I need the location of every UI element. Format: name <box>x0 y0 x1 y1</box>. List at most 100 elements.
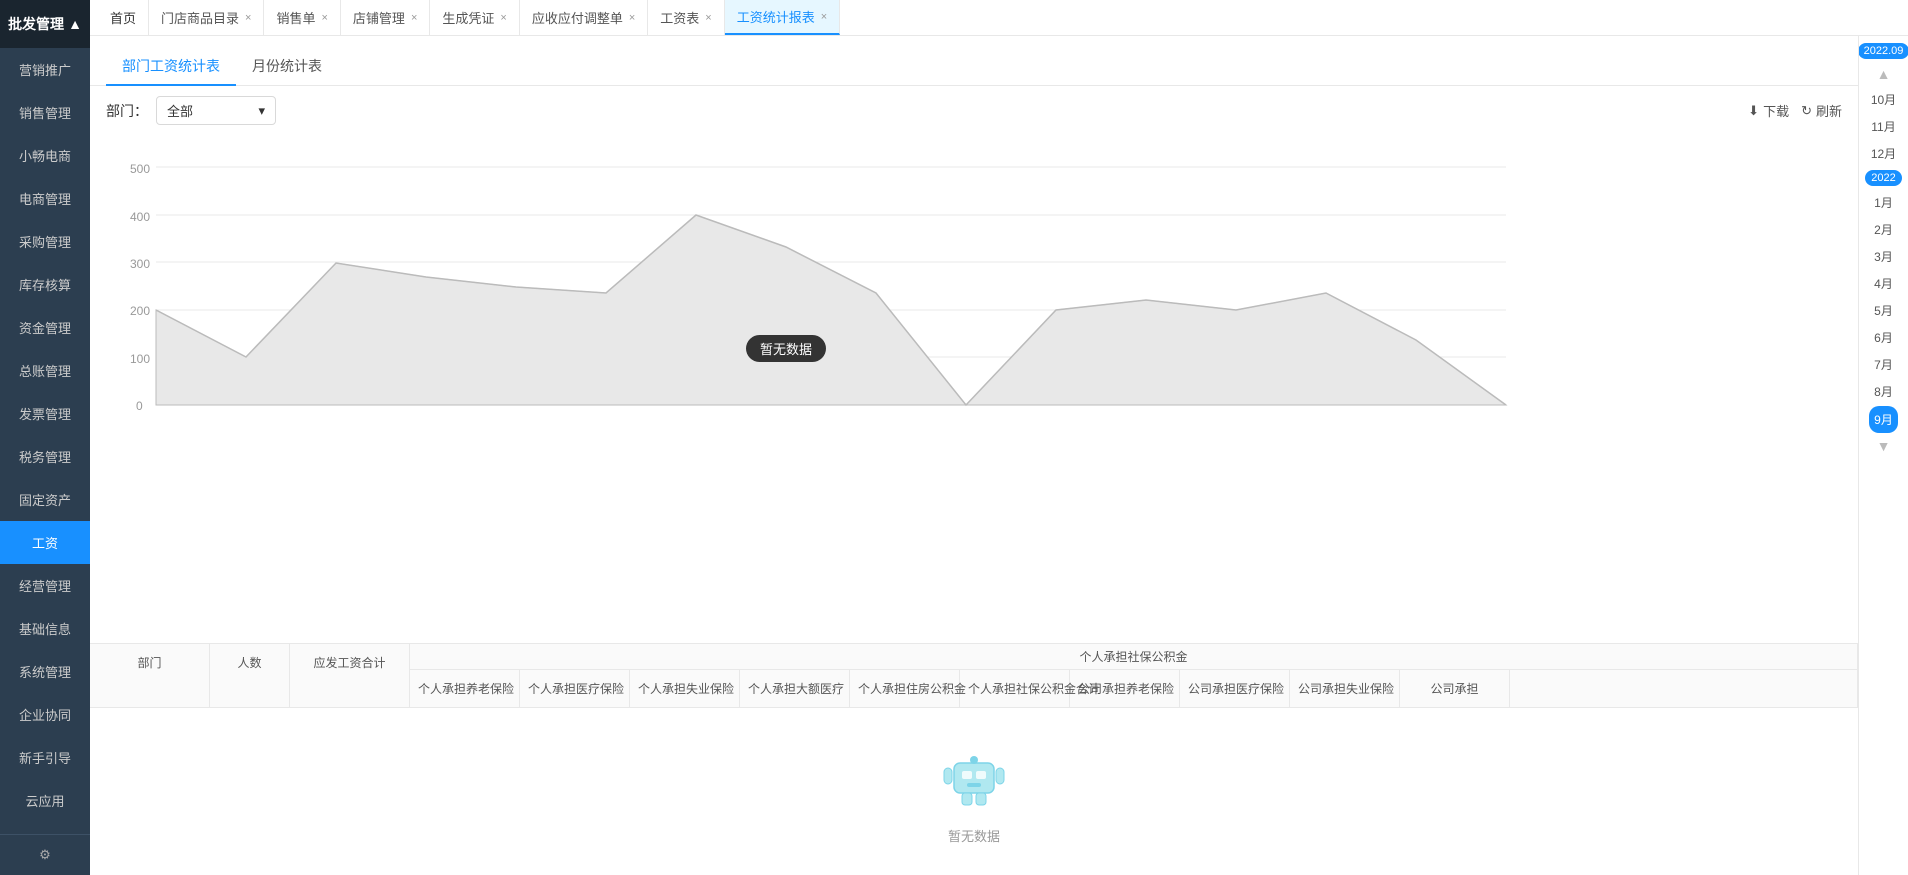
tab-门店商品目录[interactable]: 门店商品目录× <box>149 0 264 35</box>
sidebar-item-云应用[interactable]: 云应用 <box>0 779 90 822</box>
th-total: 应发工资合计 <box>290 644 410 707</box>
sidebar-items-container: 营销推广销售管理小畅电商电商管理采购管理库存核算资金管理总账管理发票管理税务管理… <box>0 48 90 822</box>
sidebar-item-营销推广[interactable]: 营销推广 <box>0 48 90 91</box>
tab-close-icon[interactable]: × <box>321 12 327 24</box>
sidebar-item-基础信息[interactable]: 基础信息 <box>0 607 90 650</box>
tab-label: 首页 <box>110 8 136 27</box>
th-group-children: 个人承担养老保险个人承担医疗保险个人承担失业保险个人承担大额医疗个人承担住房公积… <box>410 670 1857 707</box>
th-个人承担医疗保险: 个人承担医疗保险 <box>520 670 630 707</box>
sidebar-item-总账管理[interactable]: 总账管理 <box>0 349 90 392</box>
sidebar-item-资金管理[interactable]: 资金管理 <box>0 306 90 349</box>
dept-select[interactable]: 全部 ▾ <box>156 96 276 125</box>
tab-工资表[interactable]: 工资表 × <box>648 0 724 35</box>
sidebar-item-经营管理[interactable]: 经营管理 <box>0 564 90 607</box>
toolbar-right: ⬇ 下载 ↻ 刷新 <box>1748 101 1842 120</box>
sidebar-item-新手引导[interactable]: 新手引导 <box>0 736 90 779</box>
dept-value: 全部 <box>167 101 193 120</box>
tab-工资统计报表[interactable]: 工资统计报表 × <box>725 0 840 35</box>
sub-tab-月份统计表[interactable]: 月份统计表 <box>236 48 338 86</box>
content-area: 部门工资统计表月份统计表 部门： 全部 ▾ ⬇ 下载 ↻ <box>90 36 1908 875</box>
tab-label: 生成凭证 <box>442 8 494 27</box>
sidebar-item-发票管理[interactable]: 发票管理 <box>0 392 90 435</box>
th-dept: 部门 <box>90 644 210 707</box>
tab-close-icon[interactable]: × <box>500 12 506 24</box>
dept-label: 部门： <box>106 101 148 121</box>
sidebar: 批发管理 ▲ 营销推广销售管理小畅电商电商管理采购管理库存核算资金管理总账管理发… <box>0 0 90 875</box>
month-item-6月[interactable]: 6月 <box>1865 324 1901 351</box>
sidebar-item-工资[interactable]: 工资 <box>0 521 90 564</box>
sidebar-toggle-icon: ▲ <box>68 16 82 32</box>
month-item-12月[interactable]: 12月 <box>1865 140 1901 167</box>
sidebar-item-电商管理[interactable]: 电商管理 <box>0 177 90 220</box>
month-item-9月[interactable]: 9月 <box>1869 406 1897 433</box>
sidebar-header[interactable]: 批发管理 ▲ <box>0 0 90 48</box>
sub-tab-部门工资统计表[interactable]: 部门工资统计表 <box>106 48 236 86</box>
month-item-2月[interactable]: 2月 <box>1865 216 1901 243</box>
sidebar-item-固定资产[interactable]: 固定资产 <box>0 478 90 521</box>
svg-text:500: 500 <box>130 162 150 176</box>
chart-svg: 0 100 200 300 400 500 <box>106 135 1842 415</box>
tab-生成凭证[interactable]: 生成凭证 × <box>430 0 519 35</box>
tab-应收应付调整单[interactable]: 应收应付调整单× <box>520 0 648 35</box>
svg-text:200: 200 <box>130 304 150 318</box>
th-公司承担医疗保险: 公司承担医疗保险 <box>1180 670 1290 707</box>
toolbar: 部门： 全部 ▾ ⬇ 下载 ↻ 刷新 <box>90 86 1858 135</box>
nav-up-arrow[interactable]: ▲ <box>1873 62 1895 86</box>
sidebar-settings-button[interactable]: ⚙ <box>0 834 90 875</box>
sidebar-item-库存核算[interactable]: 库存核算 <box>0 263 90 306</box>
month-item-8月[interactable]: 8月 <box>1865 378 1901 405</box>
chart-area-fill <box>156 215 1506 405</box>
svg-text:100: 100 <box>130 352 150 366</box>
month-item-3月[interactable]: 3月 <box>1865 243 1901 270</box>
th-个人承担养老保险: 个人承担养老保险 <box>410 670 520 707</box>
tab-label: 工资表 <box>660 8 699 27</box>
empty-text: 暂无数据 <box>948 826 1000 845</box>
sidebar-item-小畅电商[interactable]: 小畅电商 <box>0 134 90 177</box>
sidebar-item-税务管理[interactable]: 税务管理 <box>0 435 90 478</box>
th-公司承担养老保险: 公司承担养老保险 <box>1070 670 1180 707</box>
th-group: 个人承担社保公积金 个人承担养老保险个人承担医疗保险个人承担失业保险个人承担大额… <box>410 644 1858 707</box>
chevron-down-icon: ▾ <box>258 103 265 119</box>
month-item-10月[interactable]: 10月 <box>1865 86 1901 113</box>
right-panel: 2022.09 ▲ 10月11月12月 2022 1月2月3月4月5月6月7月8月9… <box>1858 36 1908 875</box>
sidebar-item-销售管理[interactable]: 销售管理 <box>0 91 90 134</box>
month-item-1月[interactable]: 1月 <box>1865 189 1901 216</box>
tab-首页[interactable]: 首页 <box>98 0 149 35</box>
tab-close-icon[interactable]: × <box>629 12 635 24</box>
main-area: 首页门店商品目录×销售单×店铺管理×生成凭证×应收应付调整单×工资表×工资统计报… <box>90 0 1908 875</box>
sidebar-item-系统管理[interactable]: 系统管理 <box>0 650 90 693</box>
th-公司承担失业保险: 公司承担失业保险 <box>1290 670 1400 707</box>
refresh-button[interactable]: ↻ 刷新 <box>1801 101 1842 120</box>
tab-close-icon[interactable]: × <box>245 12 251 24</box>
table-header: 部门 人数 应发工资合计 个人承担社保公积金 个人承担养老保险个人承担医疗保险个… <box>90 644 1858 708</box>
month-item-5月[interactable]: 5月 <box>1865 297 1901 324</box>
sidebar-title: 批发管理 <box>8 14 64 34</box>
month-item-4月[interactable]: 4月 <box>1865 270 1901 297</box>
empty-state: 暂无数据 <box>90 708 1858 875</box>
table-section: 部门 人数 应发工资合计 个人承担社保公积金 个人承担养老保险个人承担医疗保险个… <box>90 643 1858 875</box>
tab-销售单[interactable]: 销售单× <box>264 0 340 35</box>
refresh-label: 刷新 <box>1816 101 1842 120</box>
download-button[interactable]: ⬇ 下载 <box>1748 101 1789 120</box>
tab-close-icon[interactable]: × <box>411 12 417 24</box>
chart-area: 0 100 200 300 400 500 <box>90 135 1858 643</box>
tab-close-icon[interactable]: × <box>705 12 711 24</box>
tab-店铺管理[interactable]: 店铺管理 × <box>341 0 430 35</box>
sidebar-item-企业协同[interactable]: 企业协同 <box>0 693 90 736</box>
nav-down-arrow[interactable]: ▼ <box>1873 434 1895 458</box>
tab-close-icon[interactable]: × <box>821 11 827 23</box>
year-label-2022[interactable]: 2022 <box>1865 170 1901 186</box>
month-item-7月[interactable]: 7月 <box>1865 351 1901 378</box>
month-item-11月[interactable]: 11月 <box>1865 113 1901 140</box>
tab-bar: 首页门店商品目录×销售单×店铺管理×生成凭证×应收应付调整单×工资表×工资统计报… <box>90 0 1908 36</box>
tab-label: 工资统计报表 <box>737 7 815 26</box>
th-count: 人数 <box>210 644 290 707</box>
th-group-label: 个人承担社保公积金 <box>410 644 1857 670</box>
tab-label: 店铺管理 <box>353 8 405 27</box>
th-个人承担社保公积金合计: 个人承担社保公积金合计 <box>960 670 1070 707</box>
svg-text:0: 0 <box>136 399 143 413</box>
current-year-badge[interactable]: 2022.09 <box>1858 43 1908 59</box>
sidebar-item-采购管理[interactable]: 采购管理 <box>0 220 90 263</box>
download-icon: ⬇ <box>1748 103 1759 119</box>
toolbar-left: 部门： 全部 ▾ <box>106 96 276 125</box>
